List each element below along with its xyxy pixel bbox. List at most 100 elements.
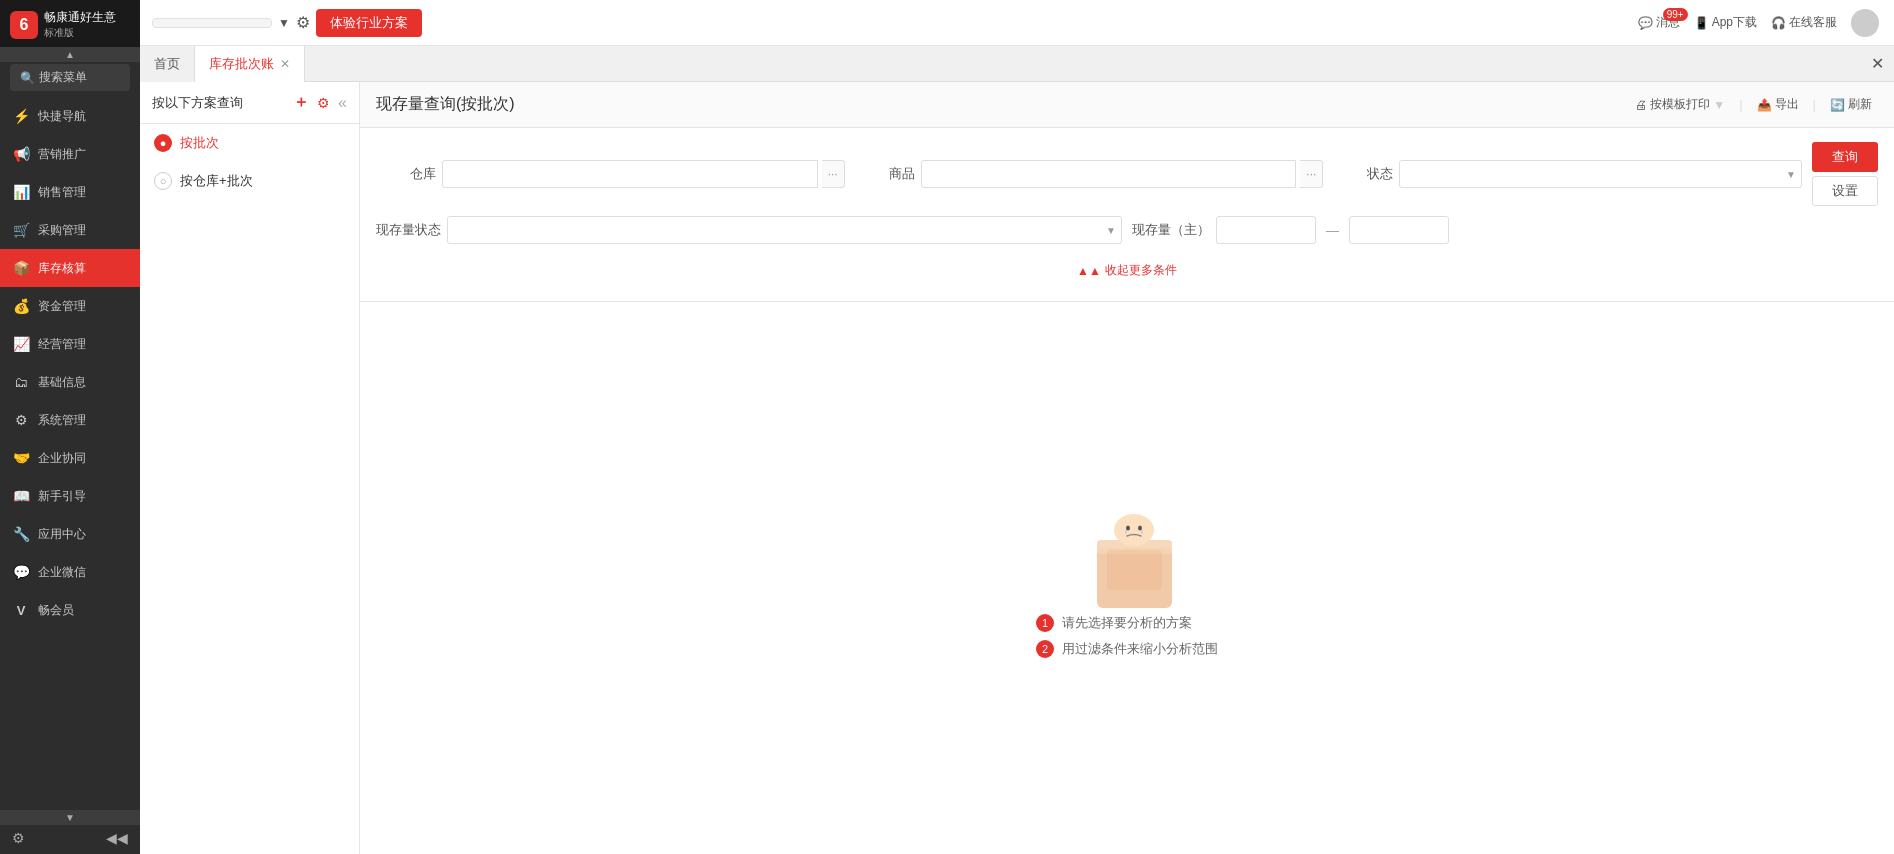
status-field: 状态 ▼ <box>1333 160 1802 188</box>
sidebar-scroll-down[interactable]: ▼ <box>0 810 140 825</box>
settings-gear-button[interactable]: ⚙ <box>296 13 310 32</box>
print-icon: 🖨 <box>1635 98 1647 112</box>
product-label: 商品 <box>855 165 915 183</box>
app-download-label: App下载 <box>1712 14 1757 31</box>
sidebar-item-finance[interactable]: 💰 资金管理 <box>0 287 140 325</box>
topbar-left: ▼ ⚙ 体验行业方案 <box>152 9 1630 37</box>
product-input-suffix[interactable]: ··· <box>1300 160 1323 188</box>
settings-icon[interactable]: ⚙ <box>12 830 25 846</box>
print-template-label: 按模板打印 <box>1650 96 1710 113</box>
sidebar-item-purchase[interactable]: 🛒 采购管理 <box>0 211 140 249</box>
sidebar-item-inventory[interactable]: 📦 库存核算 <box>0 249 140 287</box>
sidebar-item-enterprise[interactable]: 🤝 企业协同 <box>0 439 140 477</box>
svg-point-6 <box>1125 530 1127 534</box>
sidebar-item-guide[interactable]: 📖 新手引导 <box>0 477 140 515</box>
search-menu-button[interactable]: 🔍 搜索菜单 <box>10 64 130 91</box>
industry-solution-button[interactable]: 体验行业方案 <box>316 9 422 37</box>
settings-button[interactable]: 设置 <box>1812 176 1878 206</box>
stock-qty-max-input[interactable] <box>1349 216 1449 244</box>
marketing-label: 营销推广 <box>38 146 86 163</box>
stock-qty-dash: — <box>1322 223 1343 238</box>
sidebar-item-sales[interactable]: 📊 销售管理 <box>0 173 140 211</box>
action-divider-1: | <box>1739 97 1742 112</box>
dropdown-icon[interactable]: ▼ <box>278 16 290 30</box>
sidebar-item-system[interactable]: ⚙ 系统管理 <box>0 401 140 439</box>
export-button[interactable]: 📤 导出 <box>1751 92 1805 117</box>
finance-icon: 💰 <box>12 297 30 315</box>
sidebar-item-operations[interactable]: 📈 经营管理 <box>0 325 140 363</box>
filter-settings-button[interactable]: ⚙ <box>317 95 330 111</box>
collapse-sidebar-icon[interactable]: ◀◀ <box>106 830 128 846</box>
product-input[interactable] <box>921 160 1297 188</box>
filter-add-button[interactable]: ＋ <box>293 92 309 113</box>
stock-status-label: 现存量状态 <box>376 221 441 239</box>
user-profile[interactable] <box>1851 9 1882 37</box>
product-input-wrapper: ··· <box>921 160 1324 188</box>
query-button[interactable]: 查询 <box>1812 142 1878 172</box>
filter-item-by-batch[interactable]: ● 按批次 <box>140 124 359 162</box>
wechat-icon: 💬 <box>12 563 30 581</box>
stock-status-select[interactable] <box>447 216 1122 244</box>
stock-qty-field: 现存量（主） — <box>1132 216 1878 244</box>
tab-inventory-batch[interactable]: 库存批次账 ✕ <box>195 46 305 82</box>
sidebar-item-wechat[interactable]: 💬 企业微信 <box>0 553 140 591</box>
sidebar-item-marketing[interactable]: 📢 营销推广 <box>0 135 140 173</box>
print-template-button[interactable]: 🖨 按模板打印 ▼ <box>1629 92 1731 117</box>
sidebar-search-area: 🔍 搜索菜单 <box>0 58 140 97</box>
sidebar-footer: ⚙ ◀◀ <box>0 821 140 854</box>
tip-num-2: 2 <box>1036 640 1054 658</box>
finance-label: 资金管理 <box>38 298 86 315</box>
content-area: 按以下方案查询 ＋ ⚙ « ● 按批次 ○ 按仓库+批次 现存量查询(按批次) <box>140 82 1894 854</box>
sidebar-item-basic-info[interactable]: 🗂 基础信息 <box>0 363 140 401</box>
status-select[interactable] <box>1399 160 1802 188</box>
filter-item-warehouse-batch-icon: ○ <box>154 172 172 190</box>
tab-close-icon[interactable]: ✕ <box>280 57 290 71</box>
refresh-button[interactable]: 🔄 刷新 <box>1824 92 1878 117</box>
app-download-button[interactable]: 📱 App下载 <box>1694 14 1757 31</box>
tabbar: 首页 库存批次账 ✕ ✕ <box>140 46 1894 82</box>
sidebar-item-app-center[interactable]: 🔧 应用中心 <box>0 515 140 553</box>
vip-icon: V <box>12 601 30 619</box>
print-dropdown-icon: ▼ <box>1713 98 1725 112</box>
filter-item-by-warehouse-batch[interactable]: ○ 按仓库+批次 <box>140 162 359 200</box>
search-menu-label: 搜索菜单 <box>39 69 87 86</box>
main-area: ▼ ⚙ 体验行业方案 💬 消息 99+ 📱 App下载 🎧 在线客服 <box>140 0 1894 854</box>
topbar: ▼ ⚙ 体验行业方案 💬 消息 99+ 📱 App下载 🎧 在线客服 <box>140 0 1894 46</box>
export-label: 导出 <box>1775 96 1799 113</box>
quick-nav-icon: ⚡ <box>12 107 30 125</box>
empty-state: 1 请先选择要分析的方案 2 用过滤条件来缩小分析范围 <box>360 302 1894 854</box>
tab-panel-close-button[interactable]: ✕ <box>1861 54 1894 73</box>
warehouse-input[interactable] <box>442 160 818 188</box>
message-icon: 💬 <box>1638 16 1653 30</box>
sidebar-item-vip[interactable]: V 畅会员 <box>0 591 140 629</box>
purchase-label: 采购管理 <box>38 222 86 239</box>
headset-icon: 🎧 <box>1771 16 1786 30</box>
stock-qty-min-input[interactable] <box>1216 216 1316 244</box>
online-service-button[interactable]: 🎧 在线客服 <box>1771 14 1837 31</box>
system-label: 系统管理 <box>38 412 86 429</box>
message-button[interactable]: 💬 消息 99+ <box>1638 14 1680 31</box>
enterprise-label: 企业协同 <box>38 450 86 467</box>
filter-header-icons: ＋ ⚙ « <box>293 92 347 113</box>
inventory-label: 库存核算 <box>38 260 86 277</box>
filter-header: 按以下方案查询 ＋ ⚙ « <box>140 82 359 124</box>
sidebar-scroll-up[interactable]: ▲ <box>0 47 140 62</box>
warehouse-input-suffix[interactable]: ··· <box>822 160 845 188</box>
empty-tips: 1 请先选择要分析的方案 2 用过滤条件来缩小分析范围 <box>1036 614 1218 658</box>
query-row-2: 现存量状态 ▼ 现存量（主） — <box>376 216 1878 244</box>
svg-point-3 <box>1114 514 1154 546</box>
purchase-icon: 🛒 <box>12 221 30 239</box>
filter-collapse-button[interactable]: « <box>338 94 347 112</box>
product-field: 商品 ··· <box>855 160 1324 188</box>
svg-point-7 <box>1141 530 1143 534</box>
app-center-icon: 🔧 <box>12 525 30 543</box>
quick-nav-label: 快捷导航 <box>38 108 86 125</box>
basic-info-label: 基础信息 <box>38 374 86 391</box>
message-badge: 99+ <box>1663 8 1688 21</box>
tab-home[interactable]: 首页 <box>140 46 195 82</box>
collapse-more-conditions[interactable]: ▲▲ 收起更多条件 <box>376 254 1878 287</box>
query-area: 现存量查询(按批次) 🖨 按模板打印 ▼ | 📤 导出 | 🔄 <box>360 82 1894 854</box>
vip-label: 畅会员 <box>38 602 74 619</box>
tab-inventory-batch-label: 库存批次账 <box>209 55 274 73</box>
sidebar-item-quick-nav[interactable]: ⚡ 快捷导航 <box>0 97 140 135</box>
